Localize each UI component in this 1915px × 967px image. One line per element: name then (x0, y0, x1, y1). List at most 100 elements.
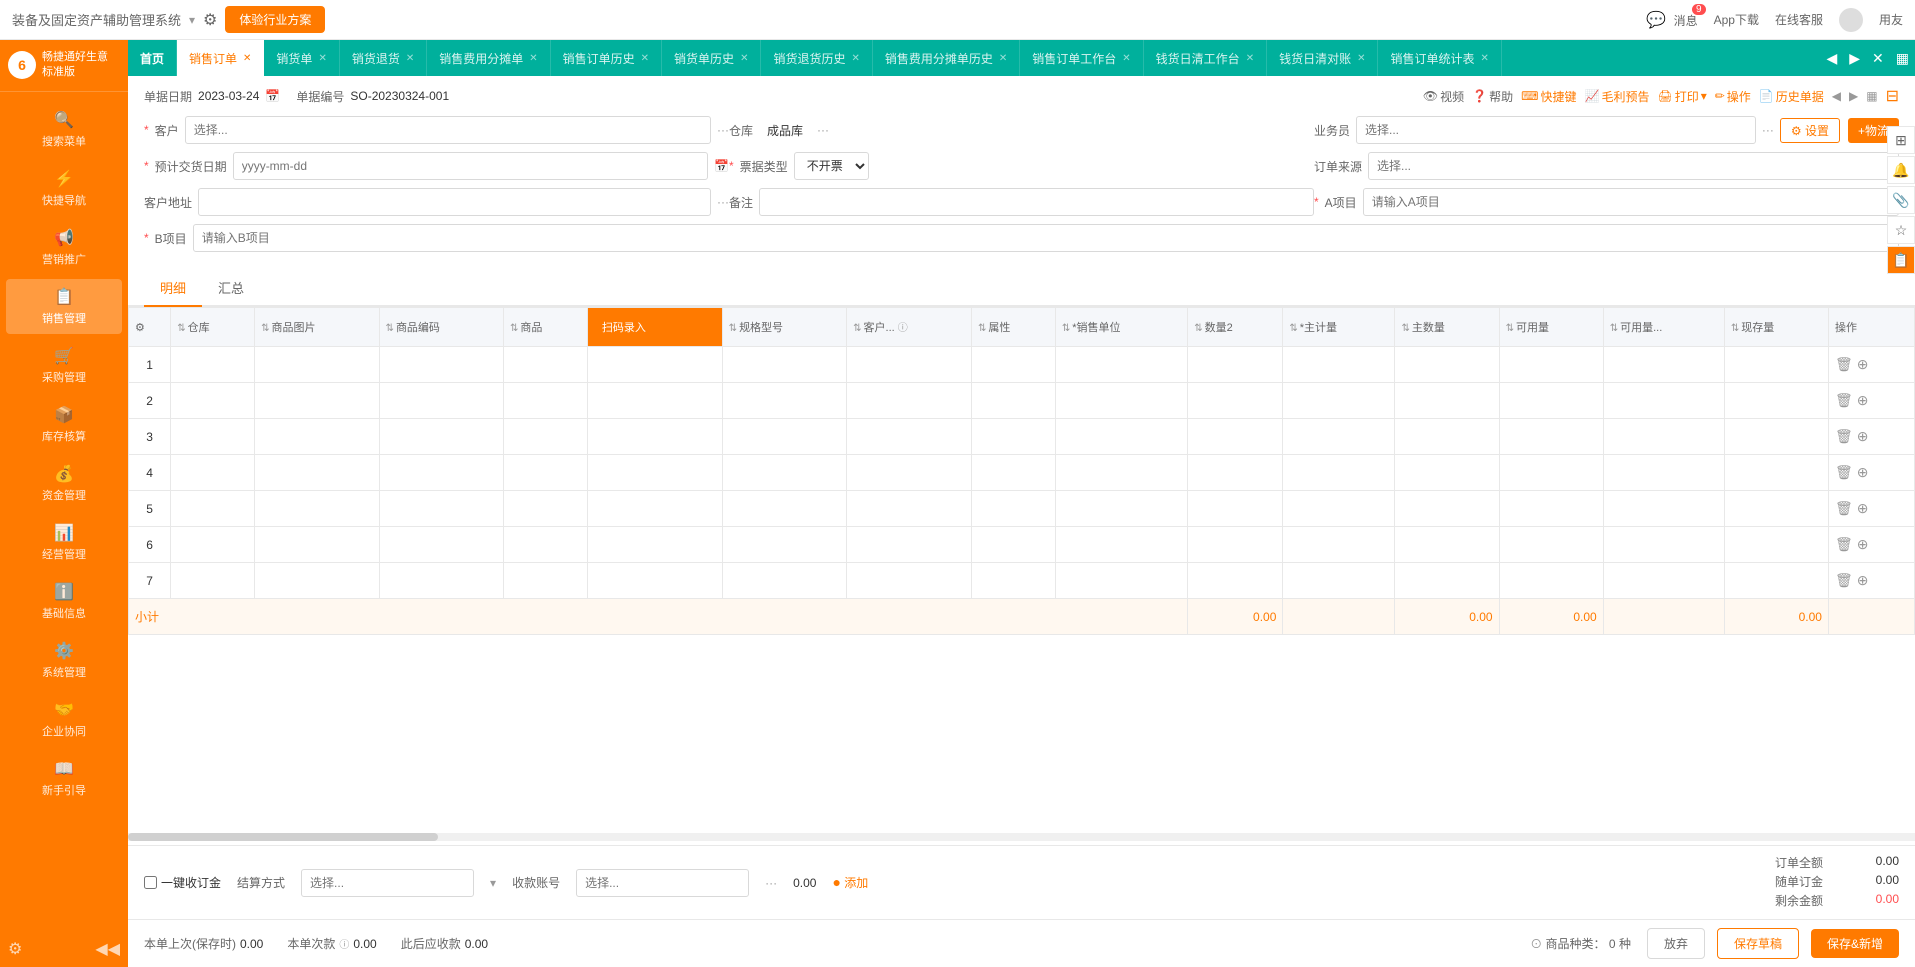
tab-reconcile[interactable]: 钱货日清对账 ✕ (1267, 40, 1378, 76)
bill-no-value[interactable]: SO-20230324-001 (350, 89, 449, 103)
tab-detail[interactable]: 明细 (144, 270, 202, 307)
col-main-qty[interactable]: ⇅主数量 (1395, 308, 1499, 347)
nav-prev[interactable]: ◀ (1820, 50, 1843, 67)
col-avail-qty2[interactable]: ⇅可用量... (1603, 308, 1724, 347)
sidebar-collapse-icon[interactable]: ◀◀ (95, 939, 120, 959)
horizontal-scrollbar[interactable] (128, 833, 1915, 841)
settings-icon[interactable]: ⚙ (203, 10, 217, 30)
toolbar-help[interactable]: ❓ 帮助 (1472, 88, 1513, 105)
row-6-delete-btn[interactable]: 🗑 (1835, 536, 1853, 553)
salesperson-more-btn[interactable]: ··· (1762, 123, 1774, 137)
address-more-btn[interactable]: ··· (717, 195, 729, 209)
tab-sales-return[interactable]: 销货退货 ✕ (340, 40, 427, 76)
col-avail-qty[interactable]: ⇅可用量 (1499, 308, 1603, 347)
account-input[interactable] (576, 869, 749, 897)
settings-btn[interactable]: ⚙ 设置 (1780, 118, 1840, 143)
row-1-qty2[interactable] (1188, 347, 1283, 383)
row-1-code[interactable] (379, 347, 503, 383)
row-1-main-unit[interactable] (1283, 347, 1395, 383)
col-settings[interactable]: ⚙ (129, 308, 171, 347)
user-name[interactable]: 用友 (1879, 11, 1903, 28)
row-4-delete-btn[interactable]: 🗑 (1835, 464, 1853, 481)
row-2-customer[interactable] (847, 383, 972, 419)
row-2-code[interactable] (379, 383, 503, 419)
delivery-date-icon[interactable]: 📅 (714, 159, 729, 173)
row-1-warehouse[interactable] (171, 347, 255, 383)
float-attach-icon[interactable]: 📎 (1887, 186, 1915, 214)
scan-button[interactable]: 扫码录入 (594, 316, 654, 338)
tab-sales-order[interactable]: 销售订单 ✕ (177, 40, 264, 76)
float-clipboard-icon[interactable]: 📋 (1887, 246, 1915, 274)
col-product-image[interactable]: ⇅商品图片 (255, 308, 379, 347)
tab-daily-clear-close[interactable]: ✕ (1246, 53, 1254, 64)
tab-statistics-close[interactable]: ✕ (1481, 53, 1489, 64)
sidebar-settings-icon[interactable]: ⚙ (8, 939, 22, 959)
warehouse-value[interactable]: 成品库 (759, 118, 811, 143)
col-attribute[interactable]: ⇅属性 (972, 308, 1056, 347)
row-7-copy-btn[interactable]: ⊕ (1857, 572, 1869, 589)
one-click-label[interactable]: 一键收订金 (144, 874, 221, 891)
payment-dropdown-icon[interactable]: ▾ (490, 876, 496, 890)
row-2-main-qty[interactable] (1395, 383, 1499, 419)
toolbar-operation[interactable]: ✏ 操作 (1715, 88, 1751, 105)
toolbar-nav-prev[interactable]: ◀ (1832, 89, 1841, 103)
tab-delivery-history-close[interactable]: ✕ (740, 53, 748, 64)
delivery-date-input[interactable] (233, 152, 708, 180)
sidebar-item-sales[interactable]: 📋 销售管理 (6, 279, 122, 334)
sidebar-item-basic[interactable]: ℹ️ 基础信息 (6, 574, 122, 629)
row-2-main-unit[interactable] (1283, 383, 1395, 419)
tab-reconcile-close[interactable]: ✕ (1357, 53, 1365, 64)
tab-expense-history[interactable]: 销售费用分摊单历史 ✕ (873, 40, 1020, 76)
row-1-scan[interactable] (587, 347, 722, 383)
tab-sales-delivery[interactable]: 销货单 ✕ (264, 40, 339, 76)
col-sales-unit[interactable]: ⇅*销售单位 (1055, 308, 1187, 347)
row-1-current[interactable] (1724, 347, 1828, 383)
notes-input[interactable] (759, 188, 1314, 216)
abandon-button[interactable]: 放弃 (1647, 928, 1705, 959)
row-2-qty2[interactable] (1188, 383, 1283, 419)
customer-address-input[interactable] (198, 188, 711, 216)
customer-more-btn[interactable]: ··· (717, 123, 729, 137)
row-1-delete-btn[interactable]: 🗑 (1835, 356, 1853, 373)
row-3-warehouse[interactable] (171, 419, 255, 455)
toolbar-nav-next[interactable]: ▶ (1849, 89, 1858, 103)
app-download[interactable]: App下载 (1714, 11, 1759, 28)
b-project-input[interactable] (193, 224, 1899, 252)
row-1-main-qty[interactable] (1395, 347, 1499, 383)
col-customer[interactable]: ⇅客户... ⓘ (847, 308, 972, 347)
nav-more[interactable]: ▦ (1890, 50, 1915, 67)
sidebar-item-purchase[interactable]: 🛒 采购管理 (6, 338, 122, 393)
toolbar-list-view[interactable]: ⊟ (1886, 86, 1899, 106)
tab-order-workbench[interactable]: 销售订单工作台 ✕ (1020, 40, 1143, 76)
warehouse-more-btn[interactable]: ··· (817, 123, 829, 137)
online-service[interactable]: 在线客服 (1775, 11, 1823, 28)
tab-statistics[interactable]: 销售订单统计表 ✕ (1378, 40, 1501, 76)
tab-expense-history-close[interactable]: ✕ (999, 53, 1007, 64)
nav-next[interactable]: ▶ (1843, 50, 1866, 67)
col-scan[interactable]: 扫码录入 (587, 308, 722, 347)
row-5-delete-btn[interactable]: 🗑 (1835, 500, 1853, 517)
save-new-button[interactable]: 保存&新增 (1811, 929, 1899, 958)
bill-date-value[interactable]: 2023-03-24 (198, 89, 259, 103)
row-2-image[interactable] (255, 383, 379, 419)
sidebar-item-search[interactable]: 🔍 搜索菜单 (6, 102, 122, 157)
industry-button[interactable]: 体验行业方案 (225, 6, 325, 33)
tab-order-workbench-close[interactable]: ✕ (1122, 53, 1130, 64)
nav-close-all[interactable]: ✕ (1866, 50, 1890, 67)
row-1-copy-btn[interactable]: ⊕ (1857, 356, 1869, 373)
row-3-delete-btn[interactable]: 🗑 (1835, 428, 1853, 445)
row-2-sales-unit[interactable] (1055, 383, 1187, 419)
toolbar-profit[interactable]: 📈 毛利预告 (1584, 88, 1649, 105)
bill-date-calendar-icon[interactable]: 📅 (265, 89, 280, 103)
sidebar-item-enterprise[interactable]: 🤝 企业协同 (6, 692, 122, 747)
row-1-avail[interactable] (1499, 347, 1603, 383)
tab-summary[interactable]: 汇总 (202, 270, 260, 307)
row-1-attribute[interactable] (972, 347, 1056, 383)
row-1-image[interactable] (255, 347, 379, 383)
sidebar-item-guide[interactable]: 📖 新手引导 (6, 751, 122, 806)
row-6-copy-btn[interactable]: ⊕ (1857, 536, 1869, 553)
current-discount-info[interactable]: ⓘ (339, 936, 349, 951)
row-1-sales-unit[interactable] (1055, 347, 1187, 383)
float-grid-icon[interactable]: ⊞ (1887, 126, 1915, 154)
customer-input[interactable] (185, 116, 711, 144)
